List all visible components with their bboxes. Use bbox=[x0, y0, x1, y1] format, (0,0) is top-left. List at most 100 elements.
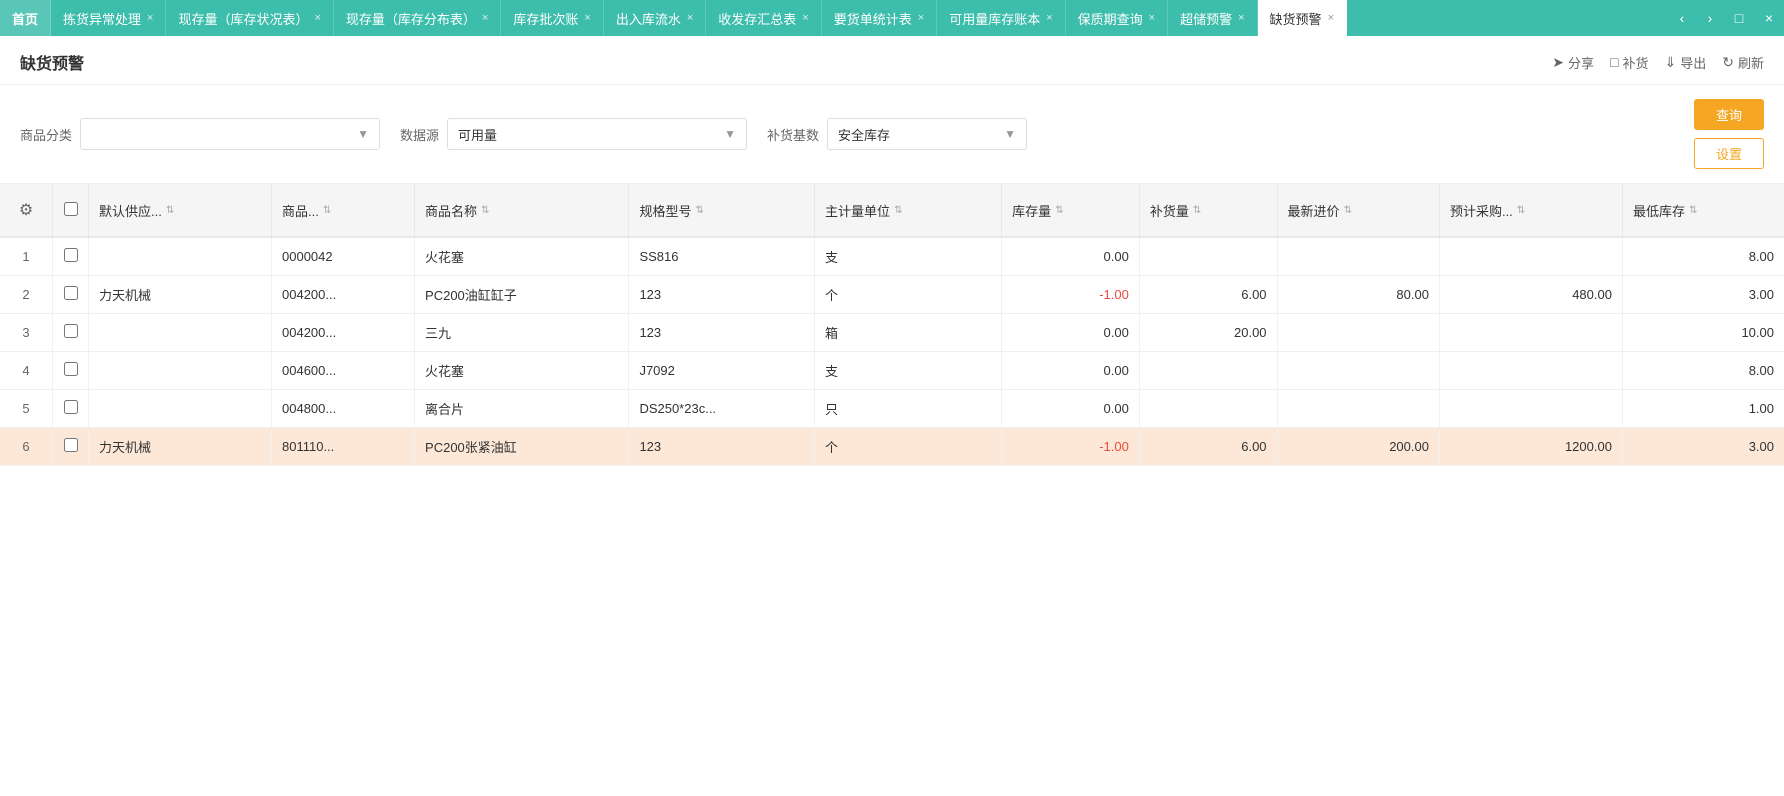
th-spec[interactable]: 规格型号 ⇅ bbox=[629, 184, 815, 237]
gear-settings-icon[interactable]: ⚙ bbox=[10, 194, 42, 226]
row-stock-1: 0.00 bbox=[1002, 237, 1140, 276]
tab-order-stats[interactable]: 要货单统计表 × bbox=[822, 0, 937, 36]
th-replenish[interactable]: 补货量 ⇅ bbox=[1139, 184, 1277, 237]
row-checkbox-1[interactable] bbox=[53, 237, 89, 276]
th-estimated-purchase[interactable]: 预计采购... ⇅ bbox=[1439, 184, 1622, 237]
tab-inventory-dist[interactable]: 现存量（库存分布表） × bbox=[334, 0, 501, 36]
filter-buttons: 查询 设置 bbox=[1694, 99, 1764, 169]
row-price-5 bbox=[1277, 390, 1439, 428]
select-all-checkbox[interactable] bbox=[64, 202, 78, 216]
tab-batch-account[interactable]: 库存批次账 × bbox=[501, 0, 603, 36]
restock-icon: □ bbox=[1610, 54, 1618, 70]
tab-close-overstock[interactable]: × bbox=[1238, 12, 1244, 24]
th-checkbox[interactable] bbox=[53, 184, 89, 237]
row-price-6: 200.00 bbox=[1277, 428, 1439, 466]
row-check-3[interactable] bbox=[64, 324, 78, 338]
row-code-4: 004600... bbox=[272, 352, 415, 390]
th-min-stock[interactable]: 最低库存 ⇅ bbox=[1622, 184, 1784, 237]
row-check-5[interactable] bbox=[64, 400, 78, 414]
row-replenish-3: 20.00 bbox=[1139, 314, 1277, 352]
row-num-1: 1 bbox=[0, 237, 53, 276]
tab-close-inout-flow[interactable]: × bbox=[687, 12, 693, 24]
table-row: 1 0000042 火花塞 SS816 支 0.00 8.00 bbox=[0, 237, 1784, 276]
row-min-stock-2: 3.00 bbox=[1622, 276, 1784, 314]
row-check-6[interactable] bbox=[64, 438, 78, 452]
tab-close-shortage[interactable]: × bbox=[1328, 12, 1334, 24]
row-price-3 bbox=[1277, 314, 1439, 352]
category-select[interactable]: ▼ bbox=[80, 118, 380, 150]
row-checkbox-4[interactable] bbox=[53, 352, 89, 390]
table-row: 2 力天机械 004200... PC200油缸缸子 123 个 -1.00 6… bbox=[0, 276, 1784, 314]
tab-available-ledger[interactable]: 可用量库存账本 × bbox=[937, 0, 1065, 36]
tab-close-batch-account[interactable]: × bbox=[584, 12, 590, 24]
datasource-dropdown-icon: ▼ bbox=[724, 127, 736, 141]
tab-prev-button[interactable]: ‹ bbox=[1668, 0, 1696, 36]
row-check-2[interactable] bbox=[64, 286, 78, 300]
th-settings[interactable]: ⚙ bbox=[0, 184, 53, 237]
th-unit[interactable]: 主计量单位 ⇅ bbox=[815, 184, 1002, 237]
page-header: 缺货预警 ➤ 分享 □ 补货 ⇓ 导出 ↻ 刷新 bbox=[0, 36, 1784, 85]
row-spec-2: 123 bbox=[629, 276, 815, 314]
table-row: 5 004800... 离合片 DS250*23c... 只 0.00 1.00 bbox=[0, 390, 1784, 428]
settings-button[interactable]: 设置 bbox=[1694, 138, 1764, 169]
row-stock-5: 0.00 bbox=[1002, 390, 1140, 428]
row-replenish-4 bbox=[1139, 352, 1277, 390]
row-supplier-5 bbox=[89, 390, 272, 428]
row-spec-4: J7092 bbox=[629, 352, 815, 390]
tab-close-inventory-status[interactable]: × bbox=[314, 12, 320, 24]
row-purchase-5 bbox=[1439, 390, 1622, 428]
table-header-row: ⚙ 默认供应... ⇅ 商品... ⇅ bbox=[0, 184, 1784, 237]
tab-shortage[interactable]: 缺货预警 × bbox=[1258, 0, 1347, 36]
th-latest-price[interactable]: 最新进价 ⇅ bbox=[1277, 184, 1439, 237]
row-name-5: 离合片 bbox=[415, 390, 629, 428]
tab-close-receive-summary[interactable]: × bbox=[802, 12, 808, 24]
tab-abnormal[interactable]: 拣货异常处理 × bbox=[51, 0, 166, 36]
row-min-stock-4: 8.00 bbox=[1622, 352, 1784, 390]
tab-expiry-query[interactable]: 保质期查询 × bbox=[1066, 0, 1168, 36]
sort-purchase-icon: ⇅ bbox=[1517, 205, 1525, 216]
row-checkbox-3[interactable] bbox=[53, 314, 89, 352]
th-supplier[interactable]: 默认供应... ⇅ bbox=[89, 184, 272, 237]
row-supplier-1 bbox=[89, 237, 272, 276]
tab-receive-summary[interactable]: 收发存汇总表 × bbox=[706, 0, 821, 36]
row-checkbox-2[interactable] bbox=[53, 276, 89, 314]
row-price-1 bbox=[1277, 237, 1439, 276]
th-product-code[interactable]: 商品... ⇅ bbox=[272, 184, 415, 237]
export-button[interactable]: ⇓ 导出 bbox=[1665, 53, 1707, 72]
datasource-select[interactable]: 可用量 ▼ bbox=[447, 118, 747, 150]
query-button[interactable]: 查询 bbox=[1694, 99, 1764, 130]
tab-close-all-button[interactable]: × bbox=[1754, 0, 1784, 36]
share-button[interactable]: ➤ 分享 bbox=[1552, 53, 1594, 72]
tab-home[interactable]: 首页 bbox=[0, 0, 51, 36]
tab-close-expiry-query[interactable]: × bbox=[1149, 12, 1155, 24]
tab-next-button[interactable]: › bbox=[1696, 0, 1724, 36]
th-product-name[interactable]: 商品名称 ⇅ bbox=[415, 184, 629, 237]
row-stock-4: 0.00 bbox=[1002, 352, 1140, 390]
th-stock[interactable]: 库存量 ⇅ bbox=[1002, 184, 1140, 237]
row-name-1: 火花塞 bbox=[415, 237, 629, 276]
row-check-1[interactable] bbox=[64, 248, 78, 262]
row-purchase-1 bbox=[1439, 237, 1622, 276]
restock-button[interactable]: □ 补货 bbox=[1610, 53, 1648, 72]
tab-close-available-ledger[interactable]: × bbox=[1046, 12, 1052, 24]
refresh-button[interactable]: ↻ 刷新 bbox=[1722, 53, 1764, 72]
row-checkbox-6[interactable] bbox=[53, 428, 89, 466]
tab-inout-flow[interactable]: 出入库流水 × bbox=[604, 0, 706, 36]
datasource-select-value: 可用量 bbox=[458, 125, 724, 144]
tab-close-order-stats[interactable]: × bbox=[918, 12, 924, 24]
replenish-select[interactable]: 安全库存 ▼ bbox=[827, 118, 1027, 150]
tab-close-abnormal[interactable]: × bbox=[147, 12, 153, 24]
row-spec-6: 123 bbox=[629, 428, 815, 466]
filter-area: 商品分类 ▼ 数据源 可用量 ▼ 补货基数 安全库存 ▼ 查询 设置 bbox=[0, 85, 1784, 184]
row-min-stock-3: 10.00 bbox=[1622, 314, 1784, 352]
replenish-dropdown-icon: ▼ bbox=[1004, 127, 1016, 141]
tab-close-inventory-dist[interactable]: × bbox=[482, 12, 488, 24]
replenish-label: 补货基数 bbox=[767, 125, 819, 144]
tab-overstock[interactable]: 超储预警 × bbox=[1168, 0, 1257, 36]
row-check-4[interactable] bbox=[64, 362, 78, 376]
replenish-select-value: 安全库存 bbox=[838, 125, 1004, 144]
tab-inventory-status[interactable]: 现存量（库存状况表） × bbox=[166, 0, 333, 36]
row-checkbox-5[interactable] bbox=[53, 390, 89, 428]
tab-restore-button[interactable]: □ bbox=[1724, 0, 1754, 36]
share-icon: ➤ bbox=[1552, 54, 1564, 71]
